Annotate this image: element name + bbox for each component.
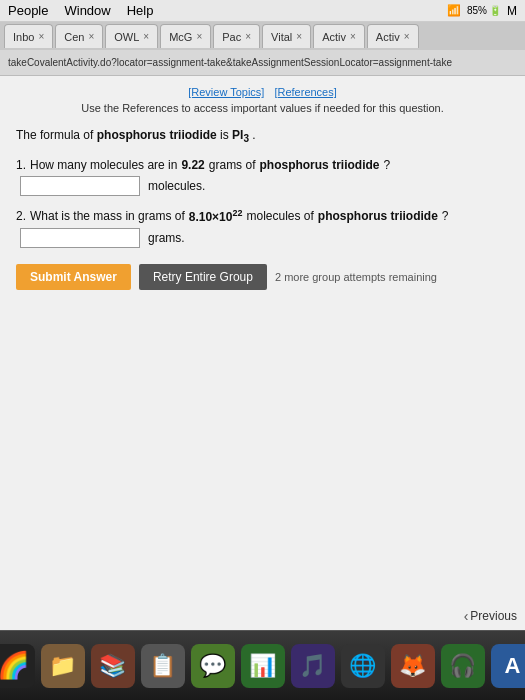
tab-owl[interactable]: OWL × [105,24,158,48]
tab-label: Vital [271,31,292,43]
tab-close[interactable]: × [196,31,202,42]
q1-answer-input[interactable] [20,176,140,196]
tab-cen[interactable]: Cen × [55,24,103,48]
q1-mid: grams of [209,158,256,172]
tab-close[interactable]: × [404,31,410,42]
q2-answer-input[interactable] [20,228,140,248]
tab-close[interactable]: × [245,31,251,42]
tab-pac[interactable]: Pac × [213,24,260,48]
url-text[interactable]: takeCovalentActivity.do?locator=assignme… [8,57,452,68]
use-references-text: Use the References to access important v… [16,102,509,114]
retry-group-button[interactable]: Retry Entire Group [139,264,267,290]
q1-value: 9.22 [181,158,204,172]
tab-close[interactable]: × [350,31,356,42]
formula-line: The formula of phosphorus triiodide is P… [16,128,509,144]
dock-messages[interactable]: 💬 [191,644,235,688]
dock-numbers[interactable]: 📊 [241,644,285,688]
attempts-label: 2 more group attempts remaining [275,271,437,283]
tab-close[interactable]: × [296,31,302,42]
review-topics-button[interactable]: [Review Topics] [188,86,264,98]
dock-firefox[interactable]: 🦊 [391,644,435,688]
tab-close[interactable]: × [38,31,44,42]
menu-bar-right: 📶 85% 🔋 M [447,4,517,18]
menu-people[interactable]: People [8,3,48,18]
previous-button[interactable]: ‹ Previous [464,608,517,624]
previous-label: Previous [470,609,517,623]
tab-close[interactable]: × [143,31,149,42]
dock-appstore[interactable]: A [491,644,526,688]
page-content: [Review Topics] [References] Use the Ref… [0,76,525,630]
top-links: [Review Topics] [References] [16,86,509,98]
menu-window[interactable]: Window [64,3,110,18]
tab-label: Pac [222,31,241,43]
battery-icon: 85% 🔋 [467,5,501,16]
formula-compound: phosphorus triiodide [97,128,217,142]
dock: 🌈 📁 📚 📋 💬 📊 🎵 🌐 🦊 🎧 A [0,630,525,700]
question-1: 1. How many molecules are in 9.22 grams … [16,158,509,196]
tab-label: Inbo [13,31,34,43]
tab-inbox[interactable]: Inbo × [4,24,53,48]
dock-launchpad[interactable]: 🌈 [0,644,35,688]
formula-prefix: The formula of [16,128,93,142]
q2-suffix: ? [442,209,449,223]
tab-activ1[interactable]: Activ × [313,24,365,48]
chevron-left-icon: ‹ [464,608,469,624]
tab-vital[interactable]: Vital × [262,24,311,48]
battery-pct: 85% [467,5,487,16]
tab-label: Activ [376,31,400,43]
tab-label: McG [169,31,192,43]
q2-mid: molecules of [246,209,313,223]
tab-bar: Inbo × Cen × OWL × McG × Pac × Vital × A… [0,22,525,50]
dock-books[interactable]: 📚 [91,644,135,688]
submit-answer-button[interactable]: Submit Answer [16,264,131,290]
dock-notes[interactable]: 📋 [141,644,185,688]
q2-prefix: What is the mass in grams of [30,209,185,223]
dock-finder[interactable]: 📁 [41,644,85,688]
q2-value: 8.10×1022 [189,208,243,224]
references-button[interactable]: [References] [274,86,336,98]
q1-compound: phosphorus triiodide [259,158,379,172]
tab-activ2[interactable]: Activ × [367,24,419,48]
tab-label: Cen [64,31,84,43]
question-2: 2. What is the mass in grams of 8.10×102… [16,208,509,248]
q2-unit: grams. [148,231,185,245]
tab-label: OWL [114,31,139,43]
tab-label: Activ [322,31,346,43]
tab-mcg[interactable]: McG × [160,24,211,48]
address-bar: takeCovalentActivity.do?locator=assignme… [0,50,525,76]
menu-help[interactable]: Help [127,3,154,18]
wifi-icon: 📶 [447,4,461,17]
tab-close[interactable]: × [88,31,94,42]
q2-compound: phosphorus triiodide [318,209,438,223]
dock-chrome[interactable]: 🌐 [341,644,385,688]
q1-prefix: How many molecules are in [30,158,177,172]
formula-period: . [252,128,255,142]
formula-value: PI3 [232,128,252,142]
dock-music[interactable]: 🎵 [291,644,335,688]
menu-bar: People Window Help 📶 85% 🔋 M [0,0,525,22]
button-row: Submit Answer Retry Entire Group 2 more … [16,264,509,290]
q1-suffix: ? [383,158,390,172]
menu-bar-m: M [507,4,517,18]
formula-mid: is [220,128,229,142]
dock-spotify[interactable]: 🎧 [441,644,485,688]
q1-unit: molecules. [148,179,205,193]
q1-number: 1. [16,158,26,172]
q2-number: 2. [16,209,26,223]
